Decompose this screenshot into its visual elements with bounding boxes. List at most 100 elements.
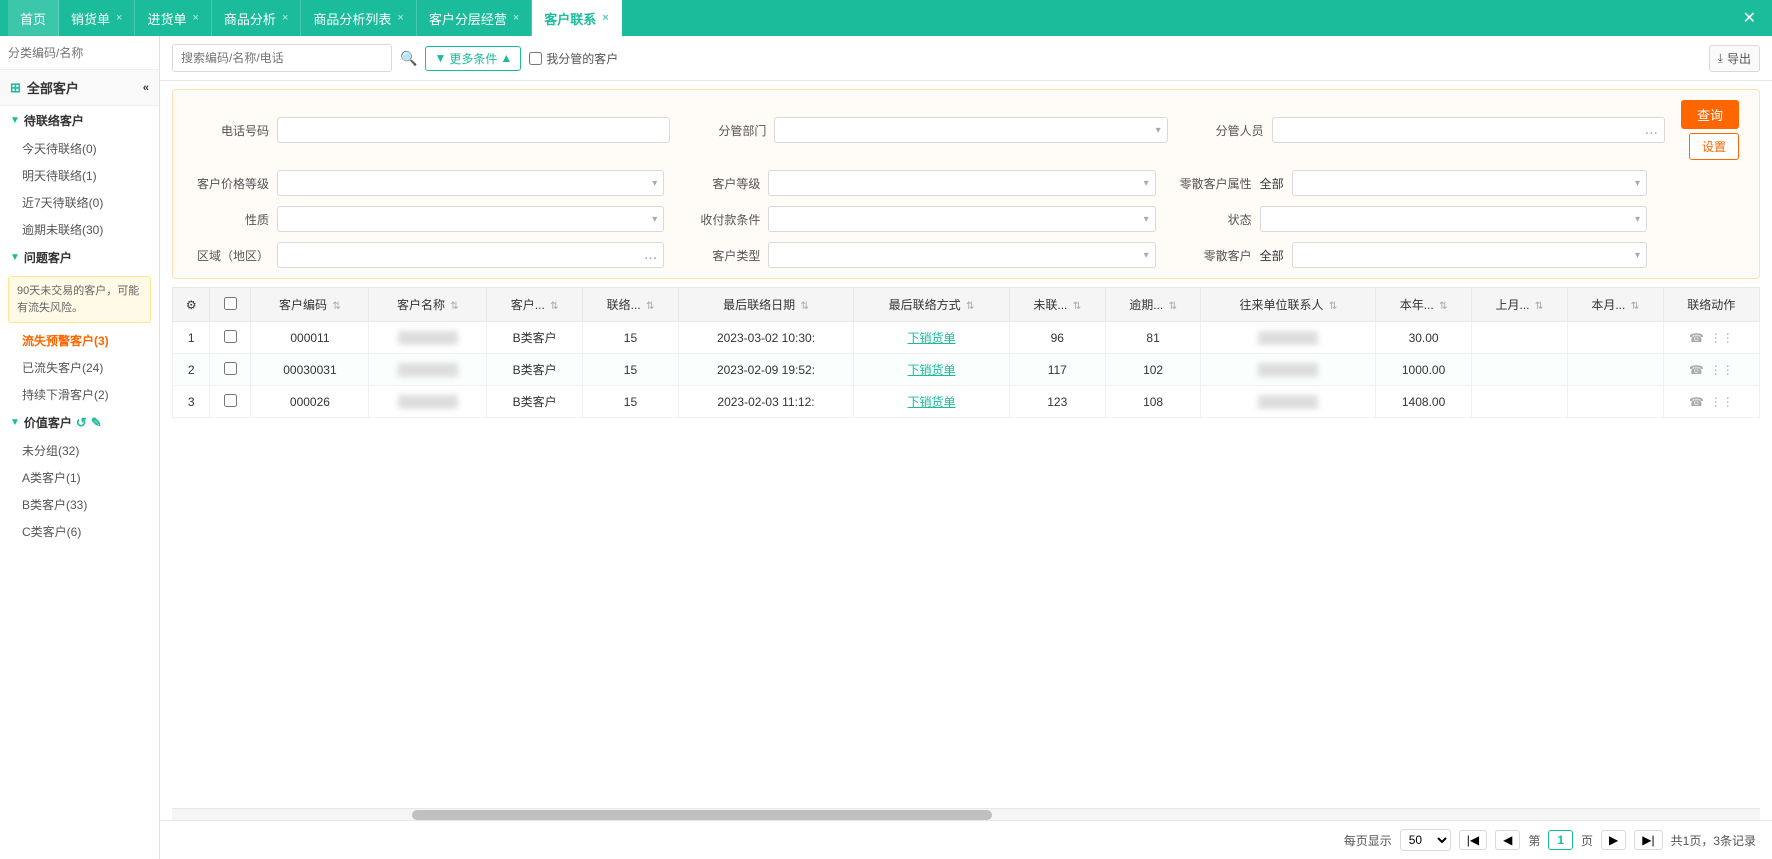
th-uncontacted[interactable]: 未联... ⇅ [1009, 288, 1105, 322]
zero-customer-select[interactable]: ▾ [1292, 242, 1647, 268]
sidebar-item-a-class[interactable]: A类客户(1) [0, 464, 159, 491]
tab-customer-contact-close[interactable]: × [602, 12, 608, 24]
tab-customer-contact[interactable]: 客户联系 × [532, 0, 621, 36]
cell-actions[interactable]: ☎ ⋮⋮ [1663, 386, 1759, 418]
th-this-year[interactable]: 本年... ⇅ [1376, 288, 1472, 322]
tab-sales[interactable]: 销货单 × [59, 0, 135, 36]
action-more-icon[interactable]: ⋮⋮ [1710, 395, 1734, 409]
th-overdue[interactable]: 逾期... ⇅ [1105, 288, 1201, 322]
th-customer-code[interactable]: 客户编码 ⇅ [251, 288, 369, 322]
next-page-btn[interactable]: ▶ [1601, 830, 1626, 850]
th-checkbox[interactable] [210, 288, 251, 322]
sidebar-all-customers[interactable]: ⊞ 全部客户 « [0, 70, 159, 106]
sidebar-item-b-class[interactable]: B类客户(33) [0, 491, 159, 518]
tab-sales-close[interactable]: × [116, 12, 122, 24]
per-page-select[interactable]: 50 100 200 [1400, 829, 1451, 851]
sidebar-item-declining-customers[interactable]: 持续下滑客户(2) [0, 381, 159, 408]
th-last-contact-method[interactable]: 最后联络方式 ⇅ [854, 288, 1010, 322]
customer-type-select[interactable]: ▾ [768, 242, 1155, 268]
th-contact-person[interactable]: 往来单位联系人 ⇅ [1201, 288, 1376, 322]
tab-product-analysis[interactable]: 商品分析 × [212, 0, 301, 36]
payment-label: 收付款条件 [680, 211, 760, 228]
payment-select[interactable]: ▾ [768, 206, 1155, 232]
tab-purchase-close[interactable]: × [192, 12, 198, 24]
th-last-contact-date[interactable]: 最后联络日期 ⇅ [678, 288, 853, 322]
tab-customer-layer-close[interactable]: × [513, 12, 519, 24]
sidebar-item-c-class[interactable]: C类客户(6) [0, 518, 159, 545]
refresh-icon[interactable]: ↺ [76, 415, 87, 431]
action-phone-icon[interactable]: ☎ [1689, 331, 1704, 345]
select-all-checkbox[interactable] [224, 297, 237, 310]
cell-last-method[interactable]: 下销货单 [854, 322, 1010, 354]
sidebar-item-lost-customers[interactable]: 已流失客户(24) [0, 354, 159, 381]
cell-actions[interactable]: ☎ ⋮⋮ [1663, 322, 1759, 354]
dept-select[interactable]: ▾ [774, 117, 1167, 143]
setting-button[interactable]: 设置 [1689, 133, 1739, 160]
query-button[interactable]: 查询 [1681, 100, 1739, 129]
th-settings[interactable]: ⚙ [173, 288, 210, 322]
th-contact-count[interactable]: 联络... ⇅ [583, 288, 679, 322]
tab-product-analysis-close[interactable]: × [282, 12, 288, 24]
th-customer-type-col[interactable]: 客户... ⇅ [487, 288, 583, 322]
sort-icon: ⇅ [332, 301, 340, 312]
tab-product-analysis-list-close[interactable]: × [397, 12, 403, 24]
sort-icon-4: ⇅ [646, 301, 654, 312]
tab-home[interactable]: 首页 [8, 0, 59, 36]
filter-search-icon[interactable]: 🔍 [400, 50, 417, 67]
tab-product-analysis-list[interactable]: 商品分析列表 × [301, 0, 416, 36]
last-page-btn[interactable]: ▶| [1634, 830, 1662, 850]
settings-icon[interactable]: ⚙ [186, 298, 197, 312]
export-btn[interactable]: ⤓ 导出 [1709, 45, 1760, 72]
cell-last-method[interactable]: 下销货单 [854, 354, 1010, 386]
row-checkbox[interactable] [224, 394, 237, 407]
gender-select[interactable]: ▾ [277, 206, 664, 232]
scrollbar-thumb[interactable] [412, 810, 992, 820]
sidebar-item-tomorrow-contact[interactable]: 明天待联络(1) [0, 162, 159, 189]
row-checkbox[interactable] [224, 330, 237, 343]
sidebar-group-value[interactable]: ▼ 价值客户 ↺ ✎ [0, 408, 159, 437]
status-select[interactable]: ▾ [1260, 206, 1647, 232]
gender-label: 性质 [189, 211, 269, 228]
region-select[interactable]: ... [277, 242, 664, 268]
sidebar-item-unclassified[interactable]: 未分组(32) [0, 437, 159, 464]
cell-index: 2 [173, 354, 210, 386]
filter-more-btn[interactable]: ▼ 更多条件 ▲ [425, 46, 521, 71]
th-customer-name[interactable]: 客户名称 ⇅ [369, 288, 487, 322]
action-more-icon[interactable]: ⋮⋮ [1710, 331, 1734, 345]
sidebar-item-7days-contact[interactable]: 近7天待联络(0) [0, 189, 159, 216]
th-this-month[interactable]: 本月... ⇅ [1567, 288, 1663, 322]
cell-checkbox[interactable] [210, 354, 251, 386]
cell-last-method[interactable]: 下销货单 [854, 386, 1010, 418]
sidebar-item-churn-warning[interactable]: 流失预警客户(3) [0, 327, 159, 354]
action-more-icon[interactable]: ⋮⋮ [1710, 363, 1734, 377]
cell-last-date: 2023-03-02 10:30: [678, 322, 853, 354]
sidebar-search-input[interactable] [8, 46, 160, 60]
th-last-month[interactable]: 上月... ⇅ [1471, 288, 1567, 322]
cell-checkbox[interactable] [210, 322, 251, 354]
zero-purchase-attr-select[interactable]: ▾ [1292, 170, 1647, 196]
chevron-up-icon: ▲ [500, 51, 512, 65]
prev-page-btn[interactable]: ◀ [1495, 830, 1520, 850]
cell-checkbox[interactable] [210, 386, 251, 418]
sidebar-item-overdue-contact[interactable]: 逾期未联络(30) [0, 216, 159, 243]
price-level-select[interactable]: ▾ [277, 170, 664, 196]
tab-customer-layer[interactable]: 客户分层经营 × [417, 0, 532, 36]
first-page-btn[interactable]: |◀ [1459, 830, 1487, 850]
sidebar-group-problem[interactable]: ▼ 问题客户 [0, 243, 159, 272]
row-checkbox[interactable] [224, 362, 237, 375]
close-all-tabs[interactable]: ✕ [1735, 8, 1764, 28]
action-phone-icon[interactable]: ☎ [1689, 363, 1704, 377]
my-customers-checkbox-label[interactable]: 我分管的客户 [529, 50, 618, 67]
edit-icon[interactable]: ✎ [91, 415, 102, 431]
action-phone-icon[interactable]: ☎ [1689, 395, 1704, 409]
tab-purchase[interactable]: 进货单 × [135, 0, 211, 36]
filter-search-input[interactable] [172, 44, 392, 72]
phone-input[interactable] [277, 117, 670, 143]
sidebar-group-pending[interactable]: ▼ 待联络客户 [0, 106, 159, 135]
my-customers-checkbox[interactable] [529, 52, 542, 65]
manager-select[interactable]: ... [1272, 117, 1665, 143]
customer-level-select[interactable]: ▾ [768, 170, 1155, 196]
horizontal-scrollbar[interactable] [172, 808, 1760, 820]
cell-actions[interactable]: ☎ ⋮⋮ [1663, 354, 1759, 386]
sidebar-item-today-contact[interactable]: 今天待联络(0) [0, 135, 159, 162]
